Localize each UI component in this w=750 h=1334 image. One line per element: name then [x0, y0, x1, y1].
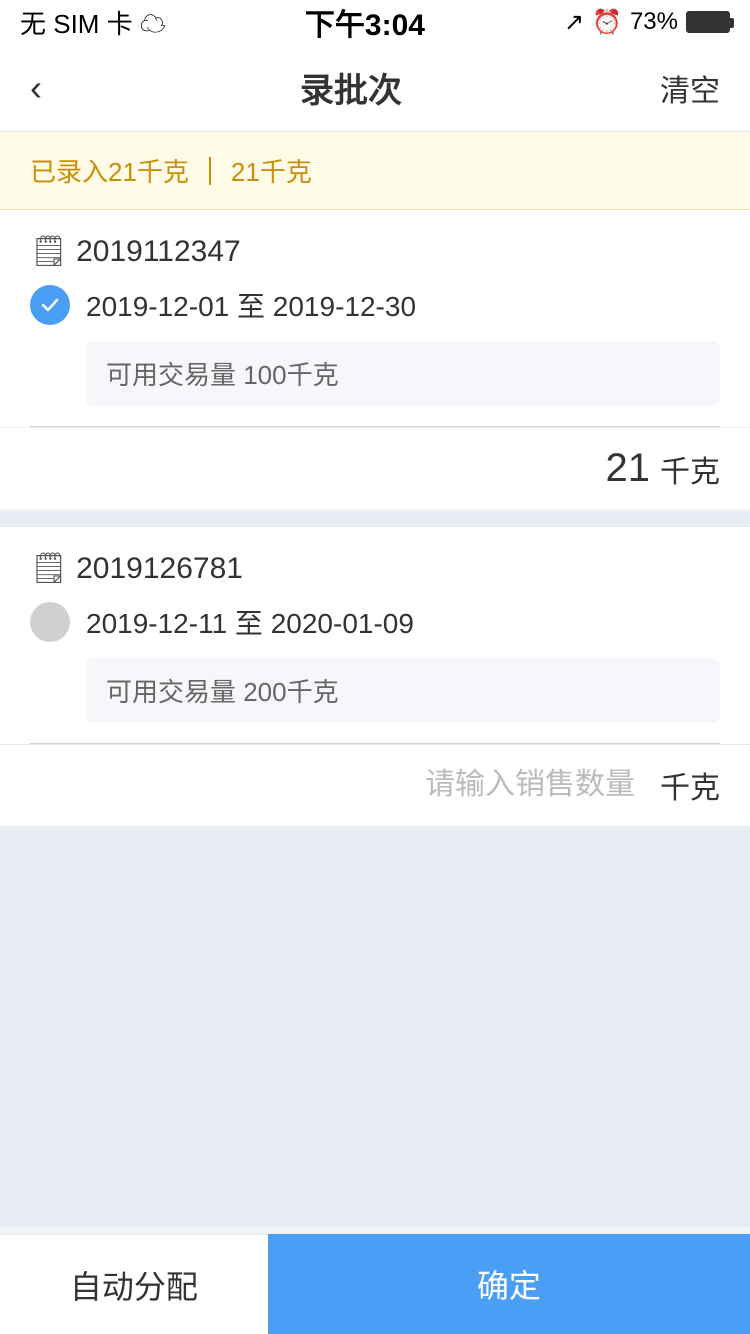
sim-status: 无 SIM 卡 ☁ — [20, 4, 166, 41]
batch-2-date: 2019-12-11 至 2020-01-09 — [86, 602, 414, 642]
status-bar: 无 SIM 卡 ☁ 下午3:04 ↗ ⏰ 73% — [0, 0, 750, 44]
status-left: 无 SIM 卡 ☁ — [20, 4, 166, 41]
batch-1-date-row[interactable]: 2019-12-01 至 2019-12-30 — [0, 277, 750, 333]
page-title: 录批次 — [300, 63, 402, 112]
bottom-bar: 自动分配 确定 — [0, 1234, 750, 1334]
battery-icon — [686, 11, 730, 33]
batch-2-quantity-unit: 千克 — [660, 763, 720, 807]
batch-item-1: 🗒 2019112347 2019-12-01 至 2019-12-30 可用交… — [0, 210, 750, 509]
batch-1-id-icon: 🗒 — [30, 234, 68, 269]
back-button[interactable]: ‹ — [30, 67, 42, 109]
location-icon: ↗ — [564, 8, 584, 37]
batch-1-date: 2019-12-01 至 2019-12-30 — [86, 285, 416, 325]
info-banner: 已录入21千克 21千克 — [0, 132, 750, 210]
batch-1-id: 2019112347 — [76, 235, 241, 269]
batch-1-quantity-row: 21 千克 — [0, 427, 750, 509]
auto-assign-button[interactable]: 自动分配 — [0, 1234, 268, 1334]
status-right: ↗ ⏰ 73% — [564, 8, 730, 37]
batch-2-date-row[interactable]: 2019-12-11 至 2020-01-09 — [0, 594, 750, 650]
batch-1-header: 🗒 2019112347 — [0, 210, 750, 277]
nav-bar: ‹ 录批次 清空 — [0, 44, 750, 132]
batch-1-radio[interactable] — [30, 285, 70, 325]
batch-2-quantity-row[interactable]: 千克 — [0, 744, 750, 825]
battery-percent: 73% — [630, 8, 678, 36]
confirm-button[interactable]: 确定 — [268, 1234, 750, 1334]
batch-1-quantity-unit: 千克 — [660, 447, 720, 491]
bottom-background — [0, 827, 750, 1227]
clear-button[interactable]: 清空 — [660, 66, 720, 110]
batch-1-quantity-value: 21 — [606, 446, 651, 491]
recorded-amount: 已录入21千克 — [30, 152, 189, 189]
batch-item-2: 🗒 2019126781 2019-12-11 至 2020-01-09 可用交… — [0, 527, 750, 825]
batch-2-header: 🗒 2019126781 — [0, 527, 750, 594]
batch-2-available: 可用交易量 200千克 — [86, 658, 720, 723]
banner-divider — [209, 157, 211, 185]
batch-2-id: 2019126781 — [76, 552, 243, 586]
batch-2-quantity-input[interactable] — [30, 768, 650, 802]
status-time: 下午3:04 — [305, 0, 425, 44]
batch-2-radio[interactable] — [30, 602, 70, 642]
batch-1-available: 可用交易量 100千克 — [86, 341, 720, 406]
section-divider — [0, 511, 750, 527]
batch-2-id-icon: 🗒 — [30, 551, 68, 586]
alarm-icon: ⏰ — [592, 8, 622, 37]
banner-value: 21千克 — [231, 152, 312, 189]
